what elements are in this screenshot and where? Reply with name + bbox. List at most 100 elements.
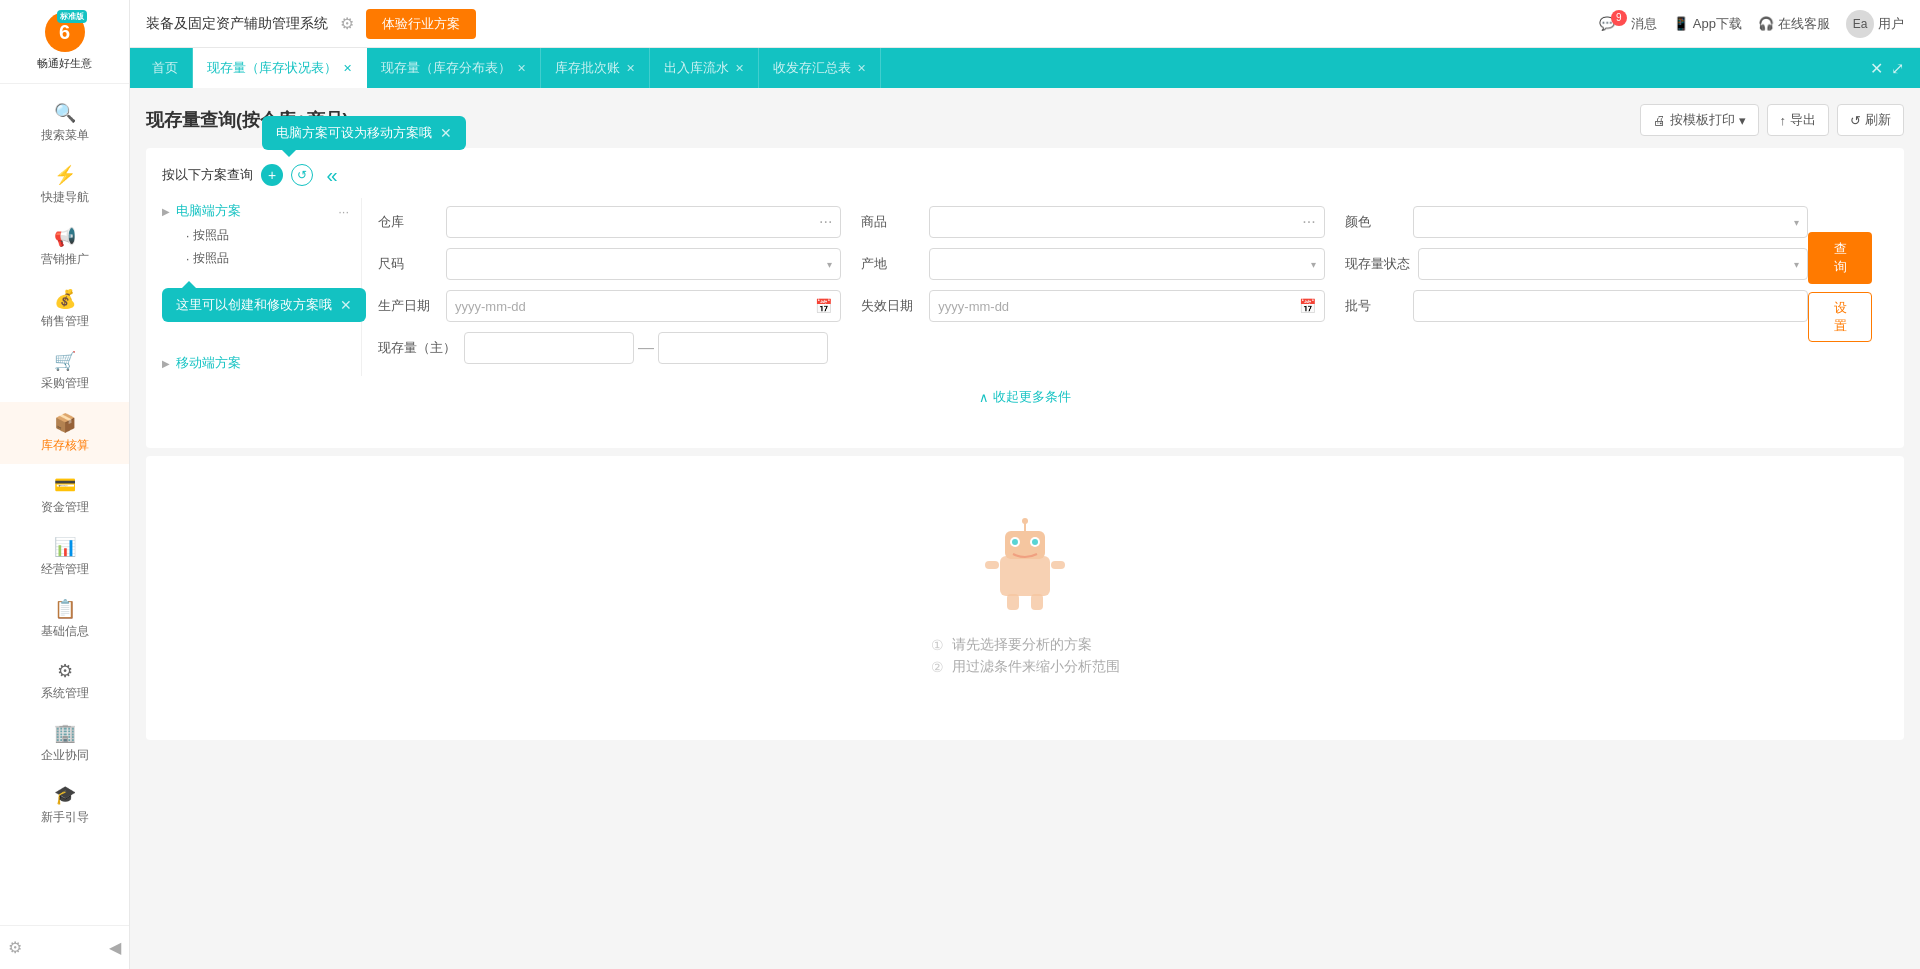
filter-fields-panel: 仓库 ··· 商品 ··· — [362, 198, 1888, 376]
sidebar-item-purchase[interactable]: 🛒 采购管理 — [0, 340, 129, 402]
tab-inout-flow[interactable]: 出入库流水 ✕ — [650, 48, 759, 88]
reset-btn[interactable]: 设置 — [1808, 292, 1872, 342]
sidebar-item-guide[interactable]: 🎓 新手引导 — [0, 774, 129, 836]
sidebar-item-operations[interactable]: 📊 经营管理 — [0, 526, 129, 588]
tab-batch-ledger-close[interactable]: ✕ — [626, 62, 635, 75]
tab-inventory-status-close[interactable]: ✕ — [343, 62, 352, 75]
scheme-sub-dot-1: · — [186, 229, 189, 243]
collapse-sidebar-icon[interactable]: ◀ — [109, 938, 121, 957]
sidebar-item-sales[interactable]: 💰 销售管理 — [0, 278, 129, 340]
scheme-desktop-dots[interactable]: ··· — [338, 204, 349, 219]
fullscreen-btn[interactable]: ⤢ — [1891, 59, 1904, 78]
tab-home[interactable]: 首页 — [138, 48, 193, 88]
refresh-icon: ↺ — [1850, 113, 1861, 128]
tab-inventory-dist[interactable]: 现存量（库存分布表） ✕ — [367, 48, 541, 88]
prod-date-calendar-icon[interactable]: 📅 — [815, 298, 832, 314]
notification-item[interactable]: 💬 9 消息 — [1599, 15, 1657, 33]
finance-icon: 💳 — [54, 474, 76, 496]
scheme-sub-item-1[interactable]: · 按照品 — [162, 224, 349, 247]
step1-text: 请先选择要分析的方案 — [952, 636, 1092, 654]
filter-size: 尺码 ▾ — [378, 248, 841, 280]
filter-color-select[interactable]: ▾ — [1413, 206, 1808, 238]
system-icon: ⚙ — [57, 660, 73, 682]
trial-btn[interactable]: 体验行业方案 — [366, 9, 476, 39]
tab-collect-summary-close[interactable]: ✕ — [857, 62, 866, 75]
export-btn[interactable]: ↑ 导出 — [1767, 104, 1830, 136]
size-chevron-icon: ▾ — [827, 259, 832, 270]
sidebar-item-search[interactable]: 🔍 搜索菜单 — [0, 92, 129, 154]
filter-warehouse-input[interactable]: ··· — [446, 206, 841, 238]
template-print-btn[interactable]: 🖨 按模板打印 ▾ — [1640, 104, 1759, 136]
tab-batch-ledger[interactable]: 库存批次账 ✕ — [541, 48, 650, 88]
filter-collapse-row[interactable]: ∧ 收起更多条件 — [162, 388, 1888, 406]
filter-batch-no: 批号 — [1345, 290, 1808, 322]
settings-footer-icon[interactable]: ⚙ — [8, 938, 22, 957]
sidebar-item-finance[interactable]: 💳 资金管理 — [0, 464, 129, 526]
filter-product-input[interactable]: ··· — [929, 206, 1324, 238]
filter-batch-no-label: 批号 — [1345, 297, 1405, 315]
scheme-sub-item-2[interactable]: · 按照品 — [162, 247, 349, 270]
empty-step1: ① 请先选择要分析的方案 — [931, 636, 1120, 654]
svg-rect-6 — [985, 561, 999, 569]
topbar-gear-icon[interactable]: ⚙ — [340, 14, 354, 33]
sidebar-item-system[interactable]: ⚙ 系统管理 — [0, 650, 129, 712]
refresh-btn[interactable]: ↺ 刷新 — [1837, 104, 1904, 136]
filter-prod-date-input[interactable]: yyyy-mm-dd 📅 — [446, 290, 841, 322]
export-label: 导出 — [1790, 111, 1816, 129]
template-print-label: 按模板打印 — [1670, 111, 1735, 129]
filter-expiry-date-input[interactable]: yyyy-mm-dd 📅 — [929, 290, 1324, 322]
topbar-right: 💬 9 消息 📱 App下载 🎧 在线客服 Ea 用户 — [1599, 10, 1904, 38]
tooltip1-close[interactable]: ✕ — [440, 125, 452, 141]
svg-rect-7 — [1051, 561, 1065, 569]
tab-inventory-dist-close[interactable]: ✕ — [517, 62, 526, 75]
search-btn[interactable]: 查询 — [1808, 232, 1872, 284]
robot-svg — [975, 516, 1075, 616]
filter-area: 按以下方案查询 + ↺ « 电脑方案可设为移动方案哦 ✕ ▶ 电脑端方案 — [146, 148, 1904, 448]
filter-back-btn[interactable]: « — [321, 164, 343, 186]
sidebar-label-enterprise: 企业协同 — [41, 747, 89, 764]
filter-stock-label: 现存量（主） — [378, 339, 456, 357]
expiry-date-placeholder: yyyy-mm-dd — [938, 299, 1009, 314]
prod-date-placeholder: yyyy-mm-dd — [455, 299, 526, 314]
close-all-tabs-btn[interactable]: ✕ — [1870, 59, 1883, 78]
tab-collect-summary[interactable]: 收发存汇总表 ✕ — [759, 48, 881, 88]
inventory-status-chevron-icon: ▾ — [1794, 259, 1799, 270]
filter-header-label: 按以下方案查询 — [162, 166, 253, 184]
search-btn-group: 查询 设置 — [1808, 232, 1872, 342]
filter-add-btn[interactable]: + — [261, 164, 283, 186]
filter-refresh-btn[interactable]: ↺ — [291, 164, 313, 186]
filter-stock-max[interactable] — [658, 332, 828, 364]
notification-label: 消息 — [1631, 15, 1657, 33]
tooltip-edit-hint: 这里可以创建和修改方案哦 ✕ — [162, 288, 366, 322]
sidebar: 6 标准版 畅通好生意 🔍 搜索菜单 ⚡ 快捷导航 📢 营销推广 💰 销售管理 … — [0, 0, 130, 969]
user-item[interactable]: Ea 用户 — [1846, 10, 1904, 38]
sidebar-item-basic[interactable]: 📋 基础信息 — [0, 588, 129, 650]
sidebar-item-quicknav[interactable]: ⚡ 快捷导航 — [0, 154, 129, 216]
filter-row-2: 尺码 ▾ 产地 ▾ — [378, 248, 1808, 280]
filter-inventory-status-select[interactable]: ▾ — [1418, 248, 1808, 280]
scheme-mobile[interactable]: ▶ 移动端方案 — [162, 350, 349, 376]
company-name: 畅通好生意 — [37, 56, 92, 71]
filter-stock-min[interactable] — [464, 332, 634, 364]
filter-batch-no-input[interactable] — [1413, 290, 1808, 322]
scheme-desktop[interactable]: ▶ 电脑端方案 ··· — [162, 198, 349, 224]
online-support-item[interactable]: 🎧 在线客服 — [1758, 15, 1830, 33]
empty-state: ① 请先选择要分析的方案 ② 用过滤条件来缩小分析范围 — [146, 456, 1904, 740]
app-download-item[interactable]: 📱 App下载 — [1673, 15, 1742, 33]
sidebar-item-enterprise[interactable]: 🏢 企业协同 — [0, 712, 129, 774]
filter-origin-select[interactable]: ▾ — [929, 248, 1324, 280]
sidebar-item-inventory[interactable]: 📦 库存核算 — [0, 402, 129, 464]
filter-size-select[interactable]: ▾ — [446, 248, 841, 280]
sidebar-item-marketing[interactable]: 📢 营销推广 — [0, 216, 129, 278]
tab-inventory-status[interactable]: 现存量（库存状况表） ✕ — [193, 48, 367, 88]
guide-icon: 🎓 — [54, 784, 76, 806]
filter-inventory-status-label: 现存量状态 — [1345, 255, 1410, 273]
main-area: 装备及固定资产辅助管理系统 ⚙ 体验行业方案 💬 9 消息 📱 App下载 🎧 … — [130, 0, 1920, 969]
tab-inout-flow-close[interactable]: ✕ — [735, 62, 744, 75]
svg-rect-0 — [1000, 556, 1050, 596]
tooltip2-close[interactable]: ✕ — [340, 297, 352, 313]
scheme-desktop-label: 电脑端方案 — [176, 202, 241, 220]
step2-text: 用过滤条件来缩小分析范围 — [952, 658, 1120, 676]
expiry-date-calendar-icon[interactable]: 📅 — [1299, 298, 1316, 314]
empty-text: ① 请先选择要分析的方案 ② 用过滤条件来缩小分析范围 — [931, 632, 1120, 680]
